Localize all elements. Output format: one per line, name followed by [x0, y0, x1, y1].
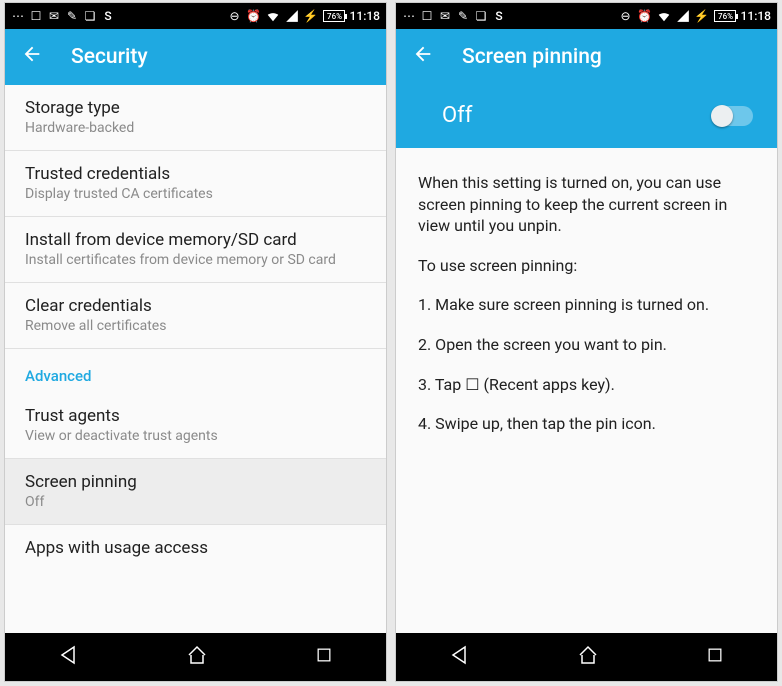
section-advanced: Advanced: [5, 349, 386, 393]
edit-icon: ✎: [65, 9, 79, 23]
item-subtitle: Display trusted CA certificates: [25, 186, 366, 202]
step-1: 1. Make sure screen pinning is turned on…: [418, 294, 755, 316]
item-install-from-sd[interactable]: Install from device memory/SD card Insta…: [5, 217, 386, 283]
mail-icon: ✉: [438, 9, 452, 23]
leaf-icon: ❏: [83, 9, 97, 23]
dnd-icon: ⊖: [228, 9, 242, 23]
mail-icon: ✉: [47, 9, 61, 23]
nav-back-button[interactable]: [448, 643, 472, 671]
edit-icon: ✎: [456, 9, 470, 23]
battery-icon: 76%: [323, 10, 345, 22]
toggle-switch[interactable]: [713, 106, 753, 126]
leaf-icon: ❏: [474, 9, 488, 23]
back-button[interactable]: [412, 43, 434, 71]
item-title: Apps with usage access: [25, 538, 366, 558]
settings-list: Storage type Hardware-backed Trusted cre…: [5, 85, 386, 633]
more-icon: ⋯: [402, 9, 416, 23]
clock: 11:18: [350, 9, 380, 23]
screen-title: Security: [71, 45, 148, 69]
step-4: 4. Swipe up, then tap the pin icon.: [418, 413, 755, 435]
item-title: Trust agents: [25, 406, 366, 426]
item-clear-credentials[interactable]: Clear credentials Remove all certificate…: [5, 283, 386, 349]
toggle-label: Off: [442, 103, 472, 128]
back-button[interactable]: [21, 43, 43, 71]
item-subtitle: Hardware-backed: [25, 120, 366, 136]
item-title: Install from device memory/SD card: [25, 230, 366, 250]
alarm-icon: ⏰: [247, 9, 261, 23]
chat-icon: ☐: [29, 9, 43, 23]
item-storage-type[interactable]: Storage type Hardware-backed: [5, 85, 386, 151]
status-bar: ⋯ ☐ ✉ ✎ ❏ S ⊖ ⏰ ⚡ 76% 11:18: [5, 3, 386, 29]
description-body: When this setting is turned on, you can …: [396, 148, 777, 633]
item-title: Clear credentials: [25, 296, 366, 316]
more-icon: ⋯: [11, 9, 25, 23]
signal-icon: [676, 9, 690, 23]
item-trust-agents[interactable]: Trust agents View or deactivate trust ag…: [5, 393, 386, 459]
item-apps-usage-access[interactable]: Apps with usage access: [5, 525, 386, 572]
step-2: 2. Open the screen you want to pin.: [418, 334, 755, 356]
item-subtitle: View or deactivate trust agents: [25, 428, 366, 444]
item-screen-pinning[interactable]: Screen pinning Off: [5, 459, 386, 525]
nav-home-button[interactable]: [185, 643, 209, 671]
item-title: Trusted credentials: [25, 164, 366, 184]
nav-bar: [396, 633, 777, 681]
wifi-icon: [266, 9, 280, 23]
app-bar: Security: [5, 29, 386, 85]
item-subtitle: Off: [25, 494, 366, 510]
chat-icon: ☐: [420, 9, 434, 23]
nav-home-button[interactable]: [576, 643, 600, 671]
nav-back-button[interactable]: [57, 643, 81, 671]
screen-title: Screen pinning: [462, 45, 602, 69]
battery-icon: 76%: [714, 10, 736, 22]
clock: 11:18: [741, 9, 771, 23]
toggle-row[interactable]: Off: [396, 85, 777, 148]
status-bar: ⋯ ☐ ✉ ✎ ❏ S ⊖ ⏰ ⚡ 76% 11:18: [396, 3, 777, 29]
nav-bar: [5, 633, 386, 681]
wifi-icon: [657, 9, 671, 23]
step-3: 3. Tap ☐ (Recent apps key).: [418, 374, 755, 396]
nav-recent-button[interactable]: [314, 645, 334, 669]
phone-right: ⋯ ☐ ✉ ✎ ❏ S ⊖ ⏰ ⚡ 76% 11:18 Screen pinni…: [395, 2, 778, 682]
signal-icon: [285, 9, 299, 23]
alarm-icon: ⏰: [638, 9, 652, 23]
item-subtitle: Install certificates from device memory …: [25, 252, 366, 268]
s-icon: S: [492, 9, 506, 23]
dnd-icon: ⊖: [619, 9, 633, 23]
charge-icon: ⚡: [695, 9, 709, 23]
s-icon: S: [101, 9, 115, 23]
item-title: Screen pinning: [25, 472, 366, 492]
nav-recent-button[interactable]: [705, 645, 725, 669]
item-title: Storage type: [25, 98, 366, 118]
app-bar: Screen pinning: [396, 29, 777, 85]
item-subtitle: Remove all certificates: [25, 318, 366, 334]
charge-icon: ⚡: [304, 9, 318, 23]
howto-label: To use screen pinning:: [418, 255, 755, 277]
item-trusted-credentials[interactable]: Trusted credentials Display trusted CA c…: [5, 151, 386, 217]
phone-left: ⋯ ☐ ✉ ✎ ❏ S ⊖ ⏰ ⚡ 76% 11:18 Security Sto…: [4, 2, 387, 682]
intro-paragraph: When this setting is turned on, you can …: [418, 172, 755, 237]
